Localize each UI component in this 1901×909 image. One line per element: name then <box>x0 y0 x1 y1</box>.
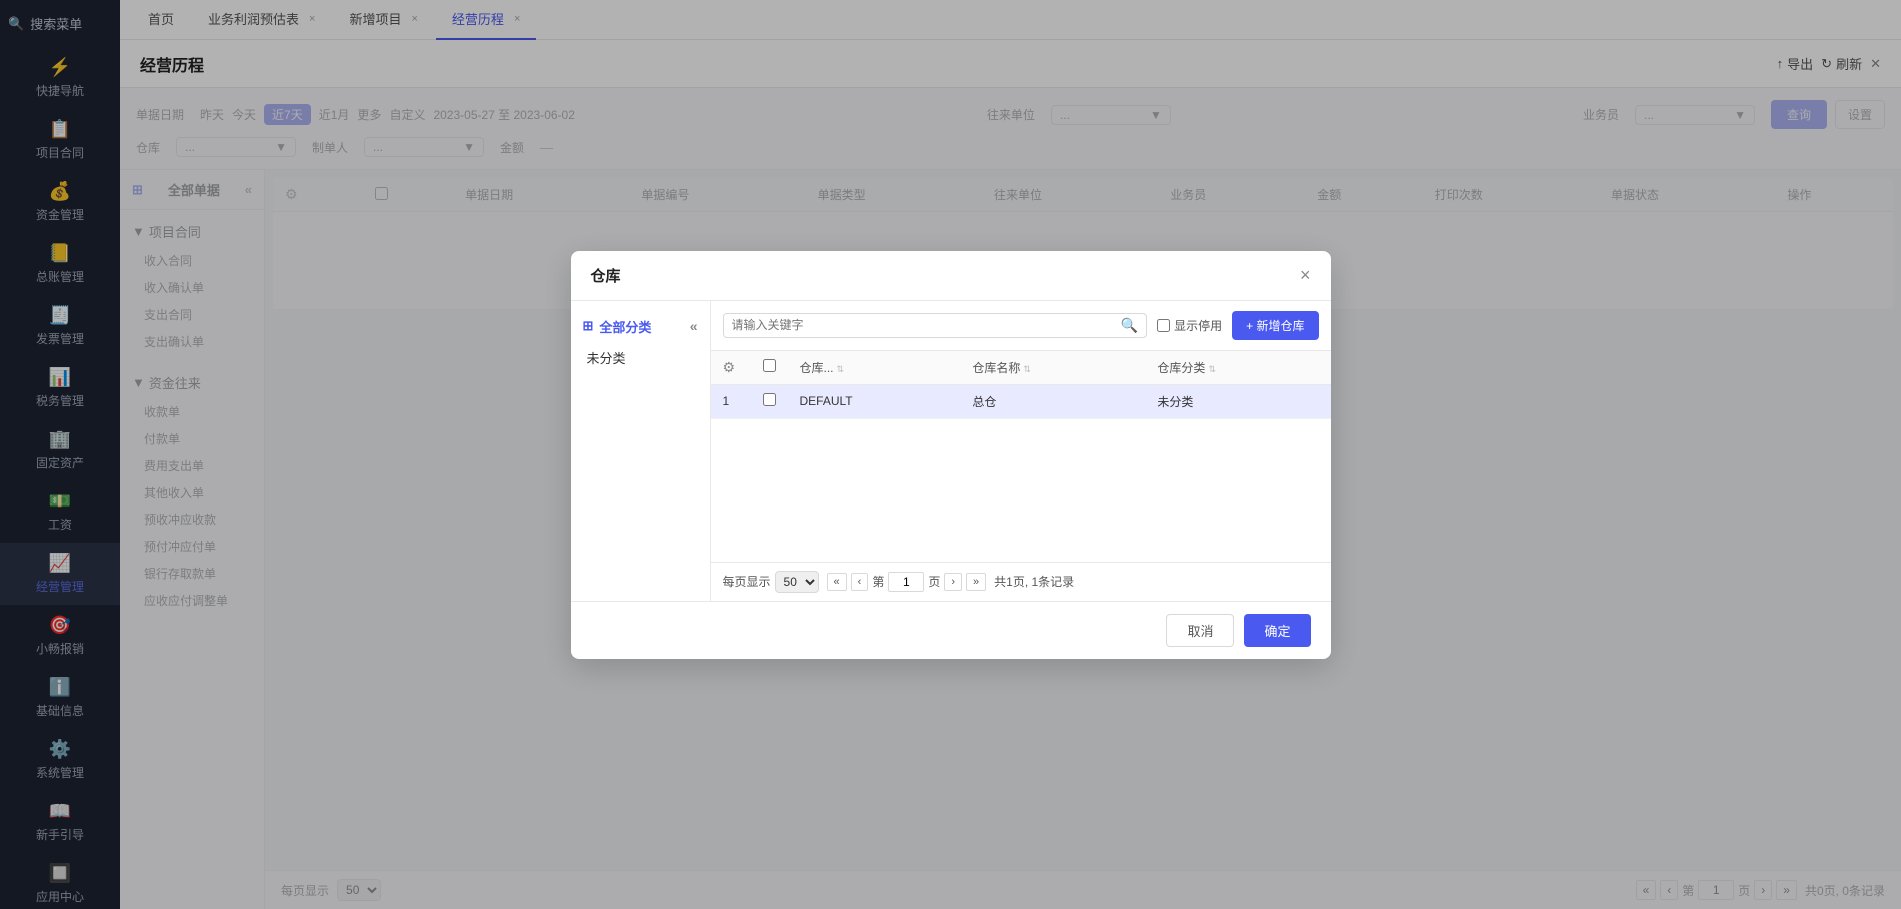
modal-body: ⊞ 全部分类 « 未分类 🔍 显示停用 + 新增仓库 <box>571 301 1331 601</box>
modal-next-page[interactable]: › <box>944 573 962 591</box>
modal-cat-unclassified[interactable]: 未分类 <box>571 342 710 373</box>
modal-close-button[interactable]: × <box>1300 265 1311 286</box>
th-name: 仓库名称⇅ <box>960 351 1145 385</box>
grid-category-icon: ⊞ <box>583 318 594 334</box>
show-disabled-label[interactable]: 显示停用 <box>1157 317 1222 334</box>
all-category-label[interactable]: 全部分类 <box>599 317 651 336</box>
modal-title: 仓库 <box>591 265 621 286</box>
modal-total-text: 共1页, 1条记录 <box>994 573 1074 590</box>
modal-page-post: 页 <box>928 573 940 590</box>
warehouse-modal: 仓库 × ⊞ 全部分类 « 未分类 🔍 显示停用 <box>571 251 1331 659</box>
show-disabled-checkbox[interactable] <box>1157 319 1170 332</box>
modal-footer: 取消 确定 <box>571 601 1331 659</box>
modal-first-page[interactable]: « <box>827 573 847 591</box>
modal-category-header: ⊞ 全部分类 « <box>571 311 710 342</box>
th-checkbox[interactable] <box>751 351 788 385</box>
modal-cancel-button[interactable]: 取消 <box>1166 614 1234 647</box>
th-category: 仓库分类⇅ <box>1145 351 1330 385</box>
modal-prev-page[interactable]: ‹ <box>851 573 869 591</box>
modal-toolbar: 🔍 显示停用 + 新增仓库 <box>711 301 1331 351</box>
th-gear[interactable]: ⚙ <box>711 351 751 385</box>
modal-page-size: 每页显示 50 <box>723 571 819 593</box>
row-code: DEFAULT <box>788 384 961 418</box>
row-index: 1 <box>711 384 751 418</box>
modal-search-box[interactable]: 🔍 <box>723 313 1148 338</box>
modal-header: 仓库 × <box>571 251 1331 301</box>
modal-table-area: ⚙ 仓库...⇅ 仓库名称⇅ 仓库分类⇅ <box>711 351 1331 562</box>
row-name: 总仓 <box>960 384 1145 418</box>
modal-per-page-select[interactable]: 50 <box>775 571 819 593</box>
row-category: 未分类 <box>1145 384 1330 418</box>
table-row[interactable]: 1 DEFAULT 总仓 未分类 <box>711 384 1331 418</box>
modal-left-panel: ⊞ 全部分类 « 未分类 <box>571 301 711 601</box>
modal-bottom-bar: 每页显示 50 « ‹ 第 页 › » 共1页, 1条记录 <box>711 562 1331 601</box>
modal-search-input[interactable] <box>732 318 1115 332</box>
modal-right-panel: 🔍 显示停用 + 新增仓库 ⚙ 仓库...⇅ <box>711 301 1331 601</box>
row-checkbox[interactable] <box>751 384 788 418</box>
modal-per-page-label: 每页显示 <box>723 573 771 590</box>
modal-confirm-button[interactable]: 确定 <box>1244 614 1310 647</box>
modal-search-icon: 🔍 <box>1121 317 1138 334</box>
modal-warehouse-table: ⚙ 仓库...⇅ 仓库名称⇅ 仓库分类⇅ <box>711 351 1331 419</box>
modal-left-collapse-btn[interactable]: « <box>690 318 698 334</box>
modal-page-input[interactable] <box>888 572 924 592</box>
add-warehouse-button[interactable]: + 新增仓库 <box>1232 311 1318 340</box>
modal-last-page[interactable]: » <box>966 573 986 591</box>
th-code: 仓库...⇅ <box>788 351 961 385</box>
modal-page-pre: 第 <box>872 573 884 590</box>
modal-pagination: « ‹ 第 页 › » <box>827 572 987 592</box>
